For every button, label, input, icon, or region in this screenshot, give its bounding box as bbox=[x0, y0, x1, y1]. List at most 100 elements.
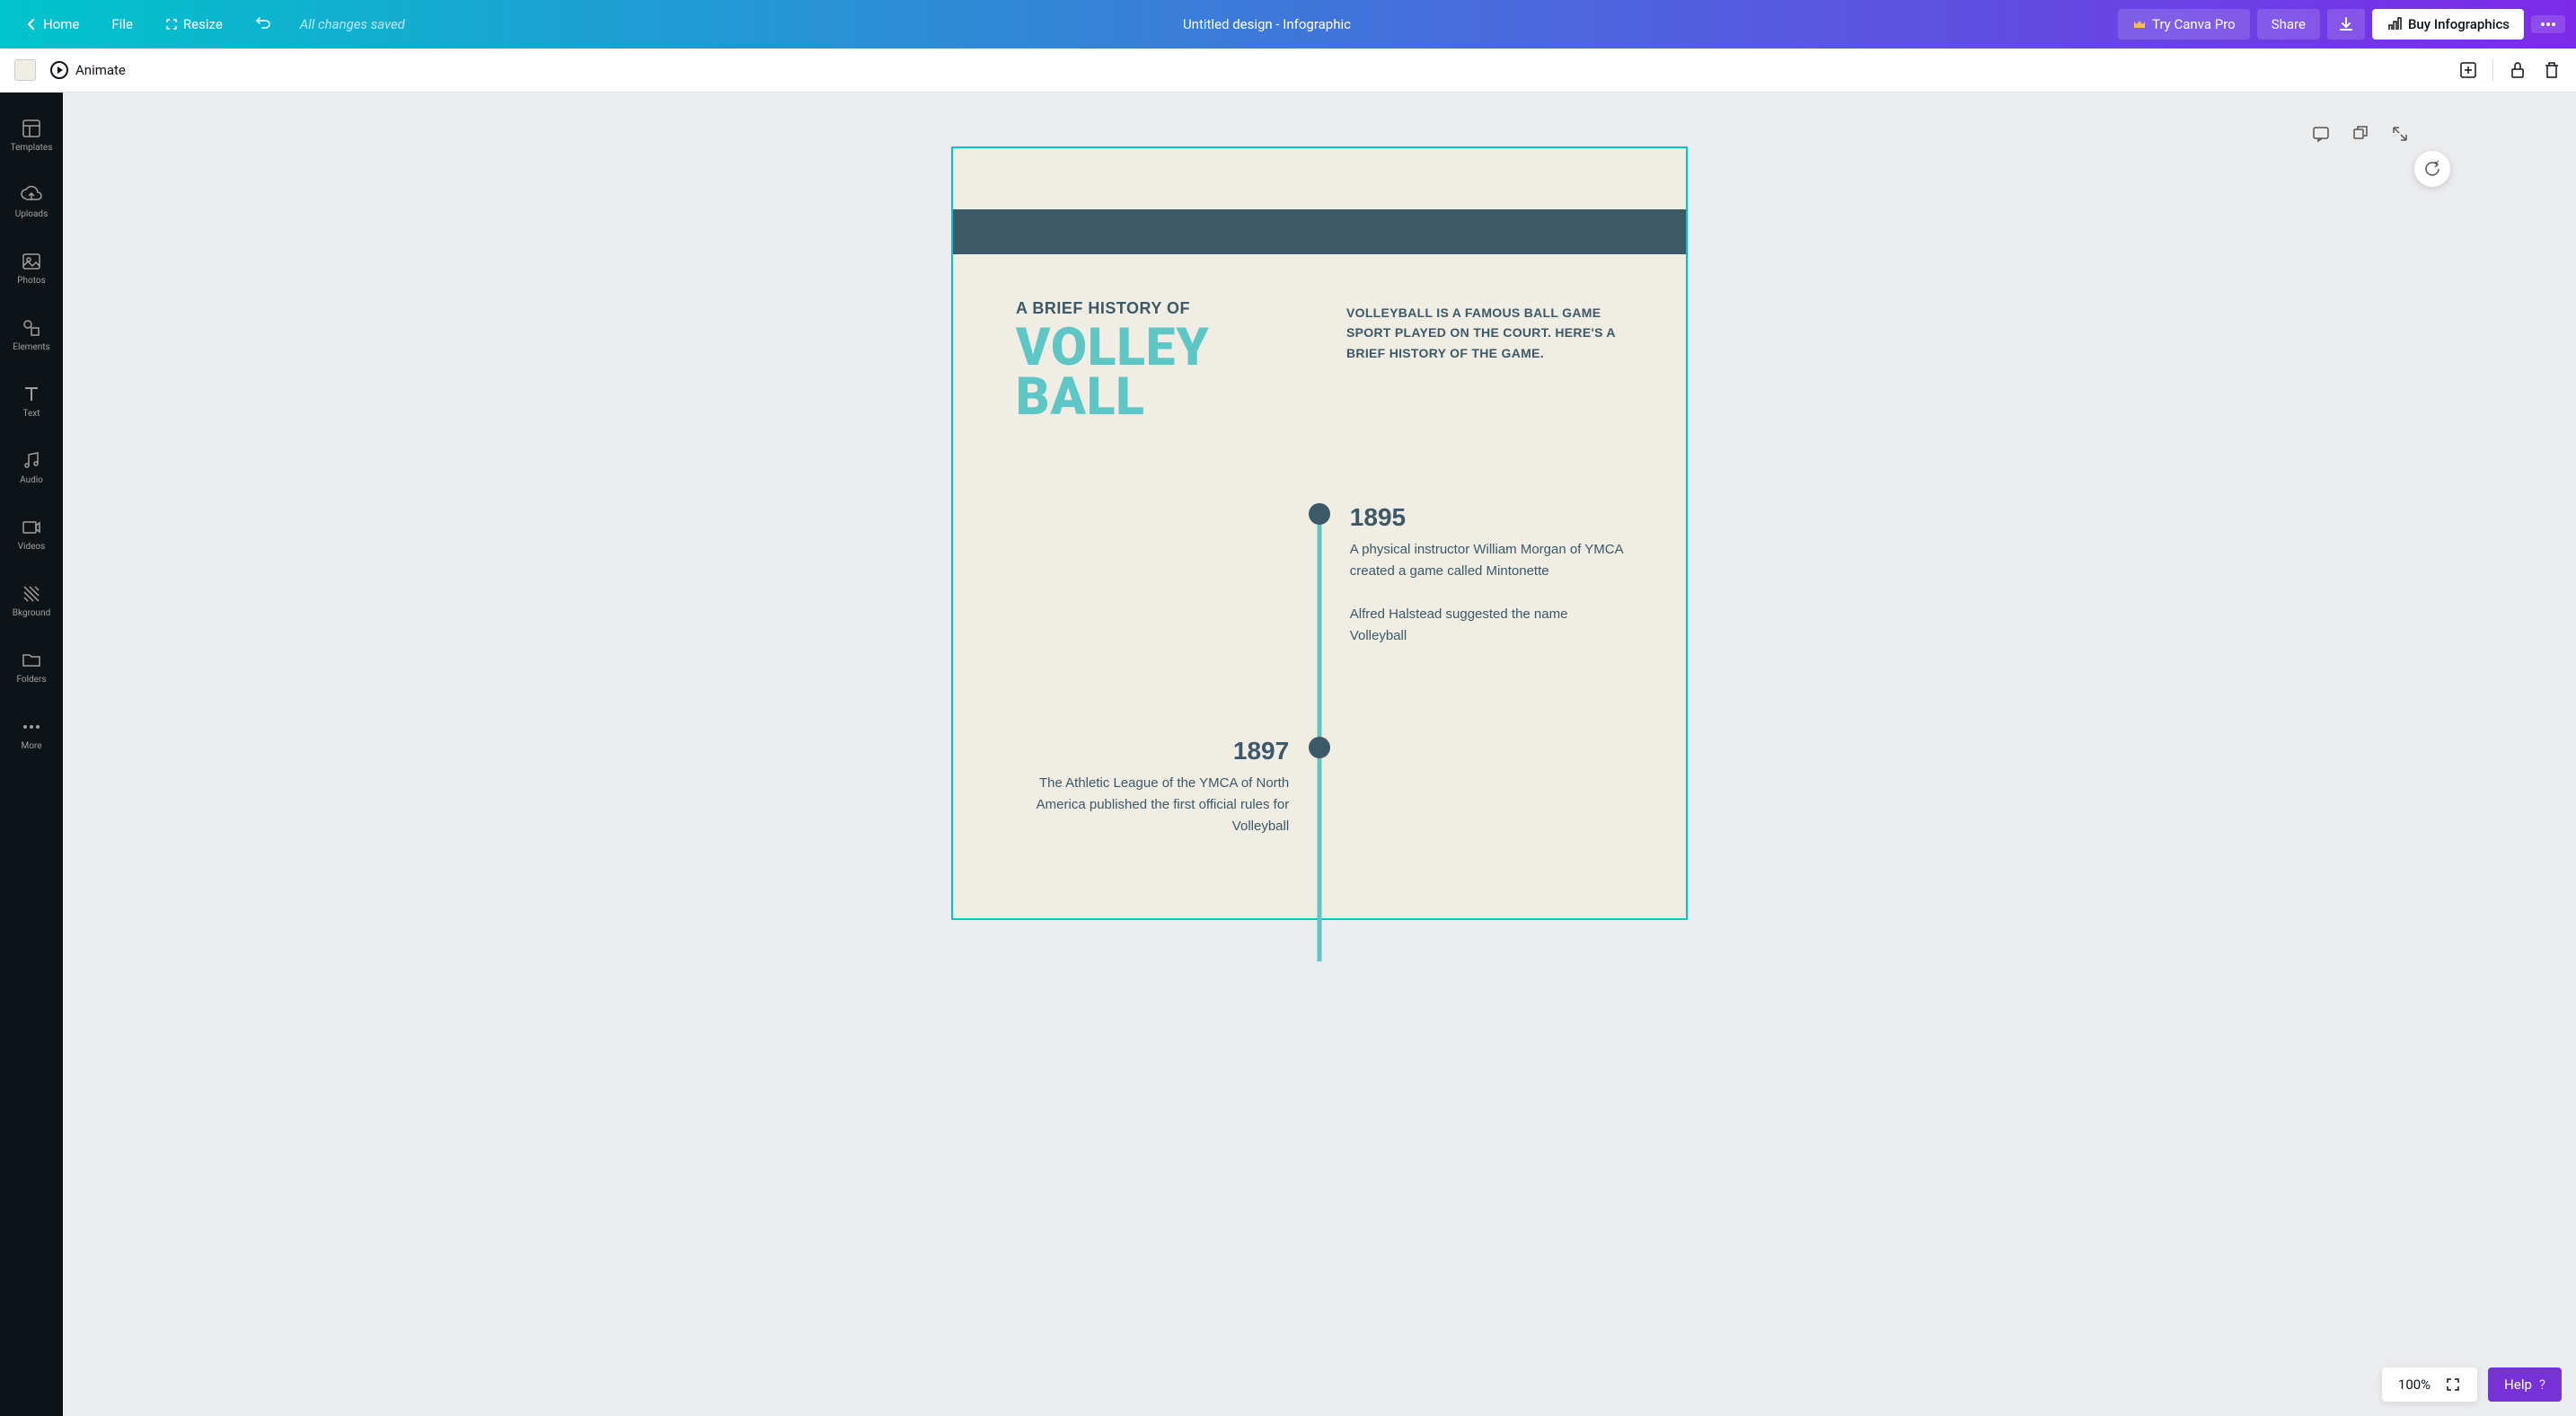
header-row: A BRIEF HISTORY OF VOLLEY BALL VOLLEYBAL… bbox=[1016, 299, 1623, 422]
position-icon[interactable] bbox=[2458, 60, 2478, 80]
folder-icon bbox=[21, 650, 42, 671]
trash-icon[interactable] bbox=[2542, 60, 2562, 80]
sidebar-label: More bbox=[21, 741, 41, 751]
sidebar-item-templates[interactable]: Templates bbox=[0, 102, 63, 168]
canvas-wrap: A BRIEF HISTORY OF VOLLEY BALL VOLLEYBAL… bbox=[951, 146, 1688, 920]
text-icon bbox=[21, 384, 42, 405]
bkground-icon bbox=[21, 583, 42, 605]
crown-icon bbox=[2132, 17, 2147, 31]
expand-button[interactable] bbox=[2386, 119, 2414, 148]
timeline-item: 1895 A physical instructor William Morga… bbox=[1016, 503, 1623, 647]
refresh-button[interactable] bbox=[2414, 151, 2450, 187]
floating-controls bbox=[2307, 119, 2414, 148]
topbar: Home File Resize All changes saved Untit… bbox=[0, 0, 2576, 49]
sidebar-item-text[interactable]: Text bbox=[0, 367, 63, 434]
canvas-area[interactable]: A BRIEF HISTORY OF VOLLEY BALL VOLLEYBAL… bbox=[63, 93, 2576, 1416]
timeline-desc[interactable]: The Athletic League of the YMCA of North… bbox=[1016, 773, 1289, 837]
sidebar-label: Folders bbox=[16, 675, 46, 685]
timeline-content-right: 1895 A physical instructor William Morga… bbox=[1350, 503, 1623, 647]
buy-label: Buy Infographics bbox=[2408, 16, 2510, 32]
timeline-year[interactable]: 1897 bbox=[1016, 737, 1289, 766]
timeline-dot[interactable] bbox=[1309, 737, 1330, 758]
main: Templates Uploads Photos Elements Text A… bbox=[0, 93, 2576, 1416]
sidebar-label: Elements bbox=[13, 342, 49, 352]
video-icon bbox=[21, 517, 42, 538]
topbar-center: Untitled design - Infographic bbox=[423, 16, 2111, 32]
expand-icon bbox=[2390, 124, 2410, 144]
cloud-upload-icon bbox=[21, 184, 42, 206]
resize-icon bbox=[165, 18, 178, 31]
subbar: Animate bbox=[0, 49, 2576, 93]
chevron-left-icon bbox=[25, 18, 38, 31]
timeline-content-left: 1897 The Athletic League of the YMCA of … bbox=[1016, 737, 1289, 837]
subbar-right bbox=[2458, 59, 2562, 81]
background-color-swatch[interactable] bbox=[14, 59, 36, 81]
more-icon bbox=[21, 716, 42, 738]
animate-label: Animate bbox=[75, 62, 126, 78]
comment-button[interactable] bbox=[2307, 119, 2335, 148]
refresh-icon bbox=[2423, 160, 2441, 178]
title-line-1: VOLLEY bbox=[1016, 323, 1292, 373]
sidebar-item-uploads[interactable]: Uploads bbox=[0, 168, 63, 235]
timeline-year[interactable]: 1895 bbox=[1350, 503, 1623, 532]
link-button[interactable] bbox=[2346, 119, 2375, 148]
timeline-desc[interactable]: A physical instructor William Morgan of … bbox=[1350, 539, 1623, 582]
sidebar-label: Bkground bbox=[13, 608, 51, 618]
dots-icon bbox=[2540, 22, 2556, 26]
divider bbox=[2492, 59, 2493, 81]
sidebar-label: Templates bbox=[11, 143, 53, 153]
zoom-box: 100% bbox=[2382, 1367, 2477, 1402]
animate-button[interactable]: Animate bbox=[50, 61, 126, 79]
chart-icon bbox=[2386, 16, 2403, 32]
header-right: VOLLEYBALL IS A FAMOUS BALL GAME SPORT P… bbox=[1346, 299, 1623, 422]
undo-button[interactable] bbox=[241, 9, 286, 40]
design-canvas[interactable]: A BRIEF HISTORY OF VOLLEY BALL VOLLEYBAL… bbox=[951, 146, 1688, 920]
design-title[interactable]: Untitled design - Infographic bbox=[1183, 16, 1351, 32]
music-icon bbox=[21, 450, 42, 472]
home-label: Home bbox=[43, 16, 79, 32]
sidebar-label: Photos bbox=[17, 276, 46, 286]
sidebar-item-bkground[interactable]: Bkground bbox=[0, 567, 63, 633]
intro-text[interactable]: VOLLEYBALL IS A FAMOUS BALL GAME SPORT P… bbox=[1346, 303, 1623, 363]
help-label: Help bbox=[2504, 1376, 2532, 1393]
timeline-desc[interactable]: Alfred Halstead suggested the name Volle… bbox=[1350, 604, 1623, 647]
sidebar-label: Text bbox=[22, 409, 40, 419]
timeline-dot[interactable] bbox=[1309, 503, 1330, 525]
brief-label[interactable]: A BRIEF HISTORY OF bbox=[1016, 299, 1292, 318]
timeline-item: 1897 The Athletic League of the YMCA of … bbox=[1016, 737, 1623, 837]
topbar-right: Try Canva Pro Share Buy Infographics bbox=[2118, 9, 2565, 40]
volley-title[interactable]: VOLLEY BALL bbox=[1016, 323, 1292, 422]
top-stripe[interactable] bbox=[953, 209, 1686, 254]
sidebar-item-audio[interactable]: Audio bbox=[0, 434, 63, 500]
fullscreen-icon[interactable] bbox=[2445, 1376, 2461, 1393]
sidebar-label: Videos bbox=[18, 542, 46, 552]
sidebar-label: Audio bbox=[20, 475, 43, 485]
undo-icon bbox=[255, 16, 271, 32]
bottombar: 100% Help ? bbox=[2382, 1367, 2562, 1402]
zoom-label[interactable]: 100% bbox=[2398, 1376, 2430, 1393]
help-button[interactable]: Help ? bbox=[2488, 1367, 2562, 1402]
download-button[interactable] bbox=[2327, 9, 2365, 40]
resize-button[interactable]: Resize bbox=[151, 9, 237, 40]
share-button[interactable]: Share bbox=[2257, 9, 2320, 40]
download-icon bbox=[2338, 16, 2354, 32]
saved-status: All changes saved bbox=[289, 16, 416, 32]
try-pro-button[interactable]: Try Canva Pro bbox=[2118, 9, 2250, 40]
try-pro-label: Try Canva Pro bbox=[2152, 16, 2236, 32]
buy-button[interactable]: Buy Infographics bbox=[2372, 9, 2524, 40]
link-icon bbox=[2351, 124, 2370, 144]
topbar-left: Home File Resize All changes saved bbox=[11, 9, 416, 40]
file-button[interactable]: File bbox=[97, 9, 147, 40]
home-button[interactable]: Home bbox=[11, 9, 93, 40]
sidebar-item-folders[interactable]: Folders bbox=[0, 633, 63, 700]
timeline: 1895 A physical instructor William Morga… bbox=[1016, 503, 1623, 837]
photo-icon bbox=[21, 251, 42, 272]
more-button[interactable] bbox=[2531, 15, 2565, 33]
sidebar-item-elements[interactable]: Elements bbox=[0, 301, 63, 367]
sidebar-item-videos[interactable]: Videos bbox=[0, 500, 63, 567]
sidebar-item-photos[interactable]: Photos bbox=[0, 235, 63, 301]
sidebar-item-more[interactable]: More bbox=[0, 700, 63, 766]
content-wrap: A BRIEF HISTORY OF VOLLEY BALL VOLLEYBAL… bbox=[953, 254, 1686, 918]
templates-icon bbox=[21, 118, 42, 139]
lock-icon[interactable] bbox=[2508, 60, 2527, 80]
